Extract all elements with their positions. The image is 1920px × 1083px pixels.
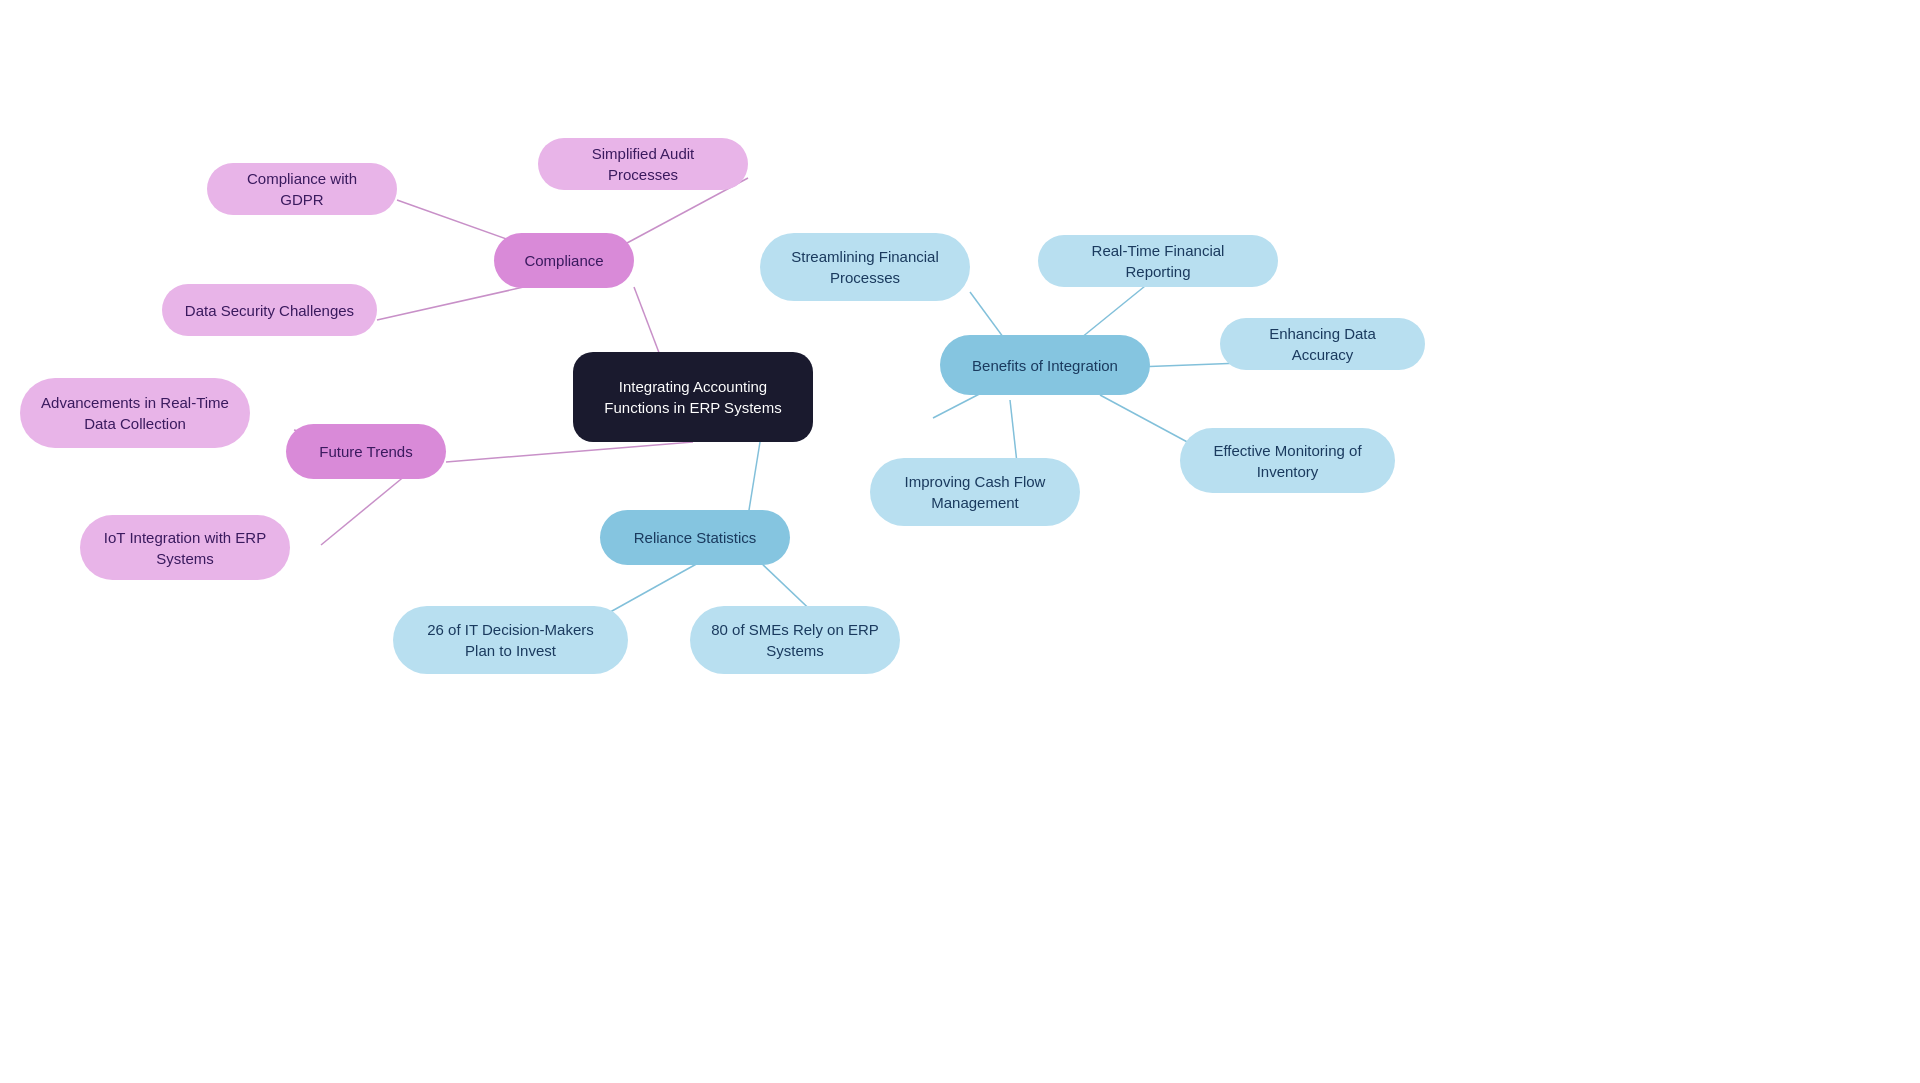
- reliance-statistics-label: Reliance Statistics: [634, 527, 757, 548]
- compliance-label: Compliance: [524, 250, 603, 271]
- mindmap-container: Integrating Accounting Functions in ERP …: [0, 0, 1920, 1083]
- svg-line-4: [446, 442, 693, 462]
- future-trends-label: Future Trends: [319, 441, 412, 462]
- realtime-reporting-node[interactable]: Real-Time Financial Reporting: [1038, 235, 1278, 287]
- svg-line-6: [321, 475, 406, 545]
- it-decision-node[interactable]: 26 of IT Decision-Makers Plan to Invest: [393, 606, 628, 674]
- effective-monitoring-node[interactable]: Effective Monitoring of Inventory: [1180, 428, 1395, 493]
- iot-integration-node[interactable]: IoT Integration with ERP Systems: [80, 515, 290, 580]
- iot-integration-label: IoT Integration with ERP Systems: [100, 527, 270, 569]
- center-node-label: Integrating Accounting Functions in ERP …: [593, 376, 793, 418]
- enhancing-data-label: Enhancing Data Accuracy: [1240, 323, 1405, 365]
- benefits-label: Benefits of Integration: [972, 355, 1118, 376]
- cash-flow-label: Improving Cash Flow Management: [890, 471, 1060, 513]
- reliance-statistics-node[interactable]: Reliance Statistics: [600, 510, 790, 565]
- simplified-audit-node[interactable]: Simplified Audit Processes: [538, 138, 748, 190]
- compliance-node[interactable]: Compliance: [494, 233, 634, 288]
- streamlining-node[interactable]: Streamlining Financial Processes: [760, 233, 970, 301]
- simplified-audit-label: Simplified Audit Processes: [558, 143, 728, 185]
- it-decision-label: 26 of IT Decision-Makers Plan to Invest: [413, 619, 608, 661]
- realtime-reporting-label: Real-Time Financial Reporting: [1058, 240, 1258, 282]
- data-security-node[interactable]: Data Security Challenges: [162, 284, 377, 336]
- future-trends-node[interactable]: Future Trends: [286, 424, 446, 479]
- smes-rely-label: 80 of SMEs Rely on ERP Systems: [710, 619, 880, 661]
- smes-rely-node[interactable]: 80 of SMEs Rely on ERP Systems: [690, 606, 900, 674]
- advancements-node[interactable]: Advancements in Real-Time Data Collectio…: [20, 378, 250, 448]
- data-security-label: Data Security Challenges: [185, 300, 354, 321]
- enhancing-data-node[interactable]: Enhancing Data Accuracy: [1220, 318, 1425, 370]
- benefits-node[interactable]: Benefits of Integration: [940, 335, 1150, 395]
- cash-flow-node[interactable]: Improving Cash Flow Management: [870, 458, 1080, 526]
- compliance-gdpr-label: Compliance with GDPR: [227, 168, 377, 210]
- effective-monitoring-label: Effective Monitoring of Inventory: [1200, 440, 1375, 482]
- compliance-gdpr-node[interactable]: Compliance with GDPR: [207, 163, 397, 215]
- streamlining-label: Streamlining Financial Processes: [780, 246, 950, 288]
- advancements-label: Advancements in Real-Time Data Collectio…: [40, 392, 230, 434]
- center-node[interactable]: Integrating Accounting Functions in ERP …: [573, 352, 813, 442]
